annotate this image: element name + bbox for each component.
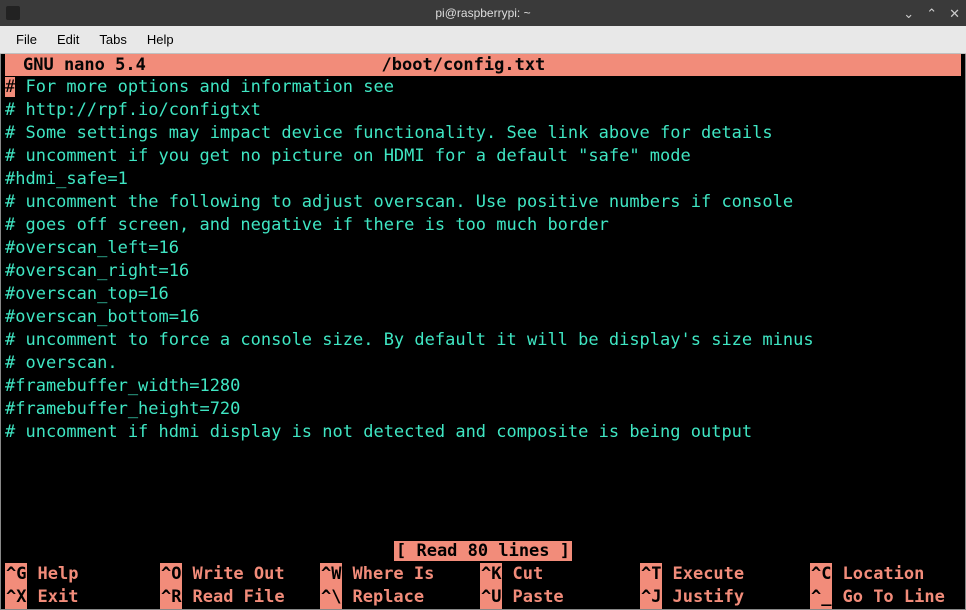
- close-button[interactable]: ✕: [949, 7, 960, 20]
- editor-line: #overscan_right=16: [5, 260, 961, 283]
- cursor: #: [5, 77, 15, 97]
- shortcut-paste[interactable]: ^UPaste: [480, 586, 640, 609]
- window-controls: ⌄ ⌃ ✕: [903, 7, 960, 20]
- shortcut-location[interactable]: ^CLocation: [810, 563, 961, 586]
- menu-file[interactable]: File: [6, 28, 47, 51]
- shortcut-where-is[interactable]: ^WWhere Is: [320, 563, 480, 586]
- editor-body[interactable]: # For more options and information see# …: [5, 76, 961, 540]
- editor-line: # For more options and information see: [5, 76, 961, 99]
- terminal[interactable]: GNU nano 5.4 /boot/config.txt # For more…: [0, 54, 966, 610]
- editor-line: #overscan_bottom=16: [5, 306, 961, 329]
- editor-line: # overscan.: [5, 352, 961, 375]
- minimize-button[interactable]: ⌄: [903, 7, 914, 20]
- shortcut-help[interactable]: ^GHelp: [5, 563, 160, 586]
- nano-header: GNU nano 5.4 /boot/config.txt: [5, 54, 961, 76]
- nano-shortcuts: ^GHelp ^OWrite Out ^WWhere Is ^KCut ^TEx…: [5, 563, 961, 609]
- menu-tabs[interactable]: Tabs: [89, 28, 136, 51]
- menu-edit[interactable]: Edit: [47, 28, 89, 51]
- editor-line: # http://rpf.io/configtxt: [5, 99, 961, 122]
- menubar: File Edit Tabs Help: [0, 26, 966, 54]
- shortcut-execute[interactable]: ^TExecute: [640, 563, 810, 586]
- editor-line: #hdmi_safe=1: [5, 168, 961, 191]
- menu-help[interactable]: Help: [137, 28, 184, 51]
- shortcut-write-out[interactable]: ^OWrite Out: [160, 563, 320, 586]
- shortcut-go-to-line[interactable]: ^_Go To Line: [810, 586, 961, 609]
- shortcut-row: ^XExit ^RRead File ^\Replace ^UPaste ^JJ…: [5, 586, 961, 609]
- nano-filename: /boot/config.txt: [146, 54, 781, 77]
- titlebar: pi@raspberrypi: ~ ⌄ ⌃ ✕: [0, 0, 966, 26]
- editor-line: # uncomment if hdmi display is not detec…: [5, 421, 961, 444]
- editor-line: # uncomment to force a console size. By …: [5, 329, 961, 352]
- editor-line: #overscan_top=16: [5, 283, 961, 306]
- shortcut-cut[interactable]: ^KCut: [480, 563, 640, 586]
- editor-line: #framebuffer_width=1280: [5, 375, 961, 398]
- editor-line: # uncomment if you get no picture on HDM…: [5, 145, 961, 168]
- nano-status-row: [ Read 80 lines ]: [5, 540, 961, 563]
- shortcut-replace[interactable]: ^\Replace: [320, 586, 480, 609]
- editor-line: #overscan_left=16: [5, 237, 961, 260]
- shortcut-row: ^GHelp ^OWrite Out ^WWhere Is ^KCut ^TEx…: [5, 563, 961, 586]
- nano-version: GNU nano 5.4: [5, 54, 146, 77]
- editor-line: # uncomment the following to adjust over…: [5, 191, 961, 214]
- window-title: pi@raspberrypi: ~: [435, 6, 530, 20]
- editor-line: #framebuffer_height=720: [5, 398, 961, 421]
- nano-status-message: [ Read 80 lines ]: [394, 541, 572, 561]
- app-window: pi@raspberrypi: ~ ⌄ ⌃ ✕ File Edit Tabs H…: [0, 0, 966, 610]
- shortcut-justify[interactable]: ^JJustify: [640, 586, 810, 609]
- app-icon: [6, 6, 20, 20]
- shortcut-exit[interactable]: ^XExit: [5, 586, 160, 609]
- shortcut-read-file[interactable]: ^RRead File: [160, 586, 320, 609]
- maximize-button[interactable]: ⌃: [926, 7, 937, 20]
- editor-line: # goes off screen, and negative if there…: [5, 214, 961, 237]
- editor-line: # Some settings may impact device functi…: [5, 122, 961, 145]
